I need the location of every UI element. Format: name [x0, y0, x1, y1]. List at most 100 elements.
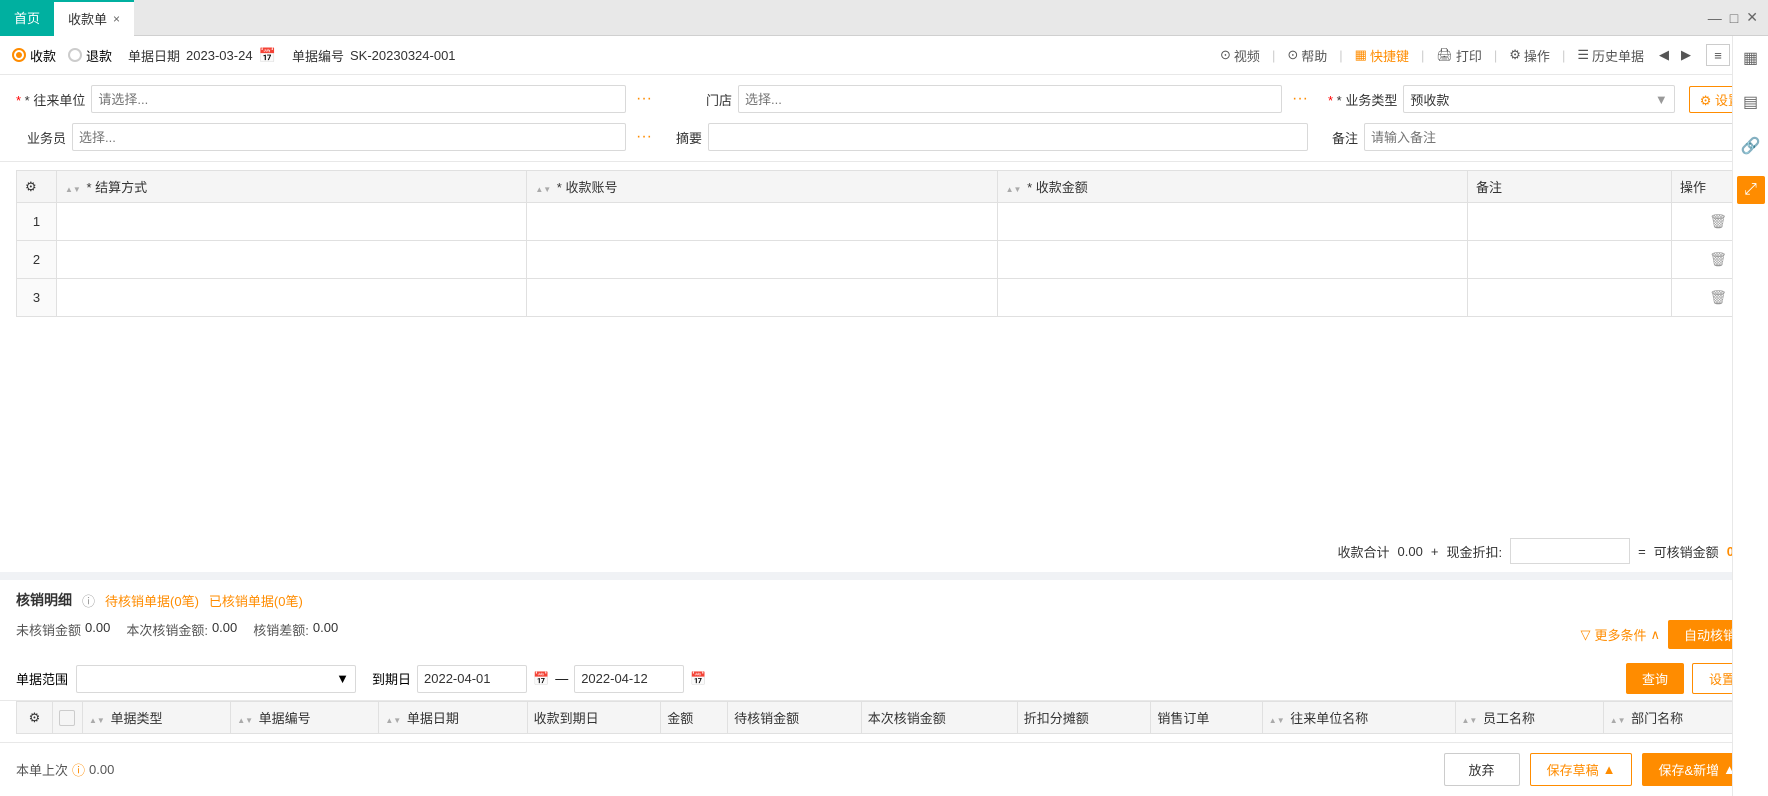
shop-input[interactable] [738, 85, 1282, 113]
cal-to-icon[interactable]: 📅 [690, 671, 706, 687]
operation-label: 操作 [1524, 46, 1550, 65]
history-btn[interactable]: ☰ 历史单据 [1577, 46, 1644, 65]
tab-home[interactable]: 首页 [0, 0, 54, 36]
btcol-gear-header[interactable]: ⚙ [17, 702, 53, 734]
close-button[interactable]: ✕ [1746, 9, 1758, 26]
video-btn[interactable]: ⊙ 视频 [1220, 46, 1260, 65]
btcol-dept-label: 部门名称 [1631, 711, 1683, 726]
form-row-2: 业务员 ··· 摘要 备注 [16, 123, 1752, 151]
sidebar-list-icon[interactable]: ▤ [1737, 88, 1765, 116]
date-separator: — [555, 671, 568, 686]
query-button[interactable]: 查询 [1626, 663, 1684, 694]
row-2-settlement[interactable] [57, 241, 527, 279]
plus-sign: + [1431, 544, 1439, 559]
help-btn[interactable]: ⊙ 帮助 [1287, 46, 1327, 65]
note-input[interactable] [1364, 123, 1752, 151]
next-arrow[interactable]: ▶ [1676, 45, 1696, 65]
discount-label: 现金折扣: [1446, 542, 1502, 561]
biz-type-chevron-icon: ▼ [1655, 92, 1668, 107]
save-draft-button[interactable]: 保存草稿 ▲ [1530, 753, 1633, 786]
cal-from-icon[interactable]: 📅 [533, 671, 549, 687]
abandon-button[interactable]: 放弃 [1444, 753, 1520, 786]
staff-more-icon[interactable]: ··· [636, 128, 652, 146]
row-3-account[interactable] [527, 279, 997, 317]
sort-type-icon[interactable]: ▲▼ [89, 716, 105, 725]
row-2-note[interactable] [1467, 241, 1671, 279]
shortcut-btn[interactable]: ▦ 快捷键 [1355, 46, 1409, 65]
counterpart-input[interactable] [91, 85, 626, 113]
sidebar-link-icon[interactable]: 🔗 [1737, 132, 1765, 160]
staff-input[interactable] [72, 123, 626, 151]
shortcut-label: 快捷键 [1370, 46, 1409, 65]
minimize-button[interactable]: — [1708, 10, 1722, 26]
shop-more-icon[interactable]: ··· [1292, 90, 1308, 108]
sort-settlement-icon[interactable]: ▲▼ [65, 185, 81, 194]
row-3-settlement[interactable] [57, 279, 527, 317]
row-3-note[interactable] [1467, 279, 1671, 317]
col-action-label: 操作 [1680, 180, 1706, 195]
tab-receipt-label: 收款单 [68, 9, 107, 28]
auto-verify-label: 自动核销 [1684, 628, 1736, 643]
range-select[interactable]: ▼ [76, 665, 356, 693]
row-3-delete-icon[interactable]: 🗑 [1709, 289, 1727, 306]
due-from-input[interactable] [417, 665, 527, 693]
footer-left: 本单上次 ⓘ 0.00 [16, 760, 114, 779]
row-2-amount[interactable] [997, 241, 1467, 279]
sort-number-icon[interactable]: ▲▼ [237, 716, 253, 725]
row-1-note[interactable] [1467, 203, 1671, 241]
row-1-delete-icon[interactable]: 🗑 [1709, 213, 1727, 230]
sort-counterpart-icon[interactable]: ▲▼ [1269, 716, 1285, 725]
note-label: 备注 [1328, 128, 1358, 147]
this-order-info-icon[interactable]: ⓘ [72, 760, 85, 779]
row-2-delete-icon[interactable]: 🗑 [1709, 251, 1727, 268]
col-gear-header[interactable]: ⚙ [17, 171, 57, 203]
row-1-num: 1 [17, 203, 57, 241]
row-1-account[interactable] [527, 203, 997, 241]
radio-collect[interactable]: 收款 [12, 46, 56, 65]
btcol-this-label: 本次核销金额 [868, 711, 946, 726]
row-1-settlement[interactable] [57, 203, 527, 241]
abandon-label: 放弃 [1469, 763, 1495, 778]
query-label: 查询 [1642, 672, 1668, 687]
sort-dept-icon[interactable]: ▲▼ [1610, 716, 1626, 725]
sort-date-icon[interactable]: ▲▼ [385, 716, 401, 725]
btcol-pending-header: 待核销金额 [728, 702, 862, 734]
filter-row: 单据范围 ▼ 到期日 📅 — 📅 查询 设置 [0, 657, 1768, 701]
tab-receipt[interactable]: 收款单 × [54, 0, 134, 36]
counterpart-more-icon[interactable]: ··· [636, 90, 652, 108]
discount-input[interactable] [1510, 538, 1630, 564]
btcol-check-header [53, 702, 83, 734]
btcol-due-label: 收款到期日 [534, 711, 599, 726]
radio-refund[interactable]: 退款 [68, 46, 112, 65]
row-1-amount[interactable] [997, 203, 1467, 241]
more-conditions-btn[interactable]: ▽ 更多条件 ∧ [1580, 625, 1660, 644]
sort-staff-icon[interactable]: ▲▼ [1462, 716, 1478, 725]
pending-tab[interactable]: 待核销单据(0笔) [105, 591, 199, 610]
row-2-account[interactable] [527, 241, 997, 279]
btcol-date-header: ▲▼ 单据日期 [379, 702, 527, 734]
receipt-table: ⚙ ▲▼ * 结算方式 ▲▼ * 收款账号 ▲▼ * 收款金额 [16, 170, 1752, 317]
sort-account-icon[interactable]: ▲▼ [535, 185, 551, 194]
form-area: * 往来单位 ··· 门店 ··· * 业务类型 预收款 ▼ ⚙ 设置 [0, 75, 1768, 162]
summary-input[interactable] [708, 123, 1308, 151]
list-view-btn[interactable]: ≡ [1706, 44, 1730, 66]
maximize-button[interactable]: □ [1730, 10, 1738, 26]
sidebar-expand-icon[interactable]: ⤢ [1737, 176, 1765, 204]
prev-arrow[interactable]: ◀ [1654, 45, 1674, 65]
due-to-input[interactable] [574, 665, 684, 693]
row-3-amount[interactable] [997, 279, 1467, 317]
select-all-checkbox[interactable] [59, 710, 75, 726]
verify-info-icon[interactable]: ⓘ [82, 591, 95, 610]
operation-btn[interactable]: ⚙ 操作 [1509, 46, 1550, 65]
print-btn[interactable]: 🖨 打印 [1436, 46, 1482, 65]
sidebar-table-icon[interactable]: ▦ [1737, 44, 1765, 72]
done-tab[interactable]: 已核销单据(0笔) [209, 591, 303, 610]
btcol-counterpart-header: ▲▼ 往来单位名称 [1262, 702, 1455, 734]
tab-close-icon[interactable]: × [113, 12, 120, 26]
date-field: 单据日期 2023-03-24 📅 [128, 46, 276, 65]
biz-type-select[interactable]: 预收款 ▼ [1403, 85, 1674, 113]
btcol-discount-label: 折扣分摊额 [1024, 711, 1089, 726]
this-order-value: 0.00 [89, 762, 114, 777]
calendar-icon[interactable]: 📅 [259, 47, 276, 64]
sort-amount-icon[interactable]: ▲▼ [1006, 185, 1022, 194]
